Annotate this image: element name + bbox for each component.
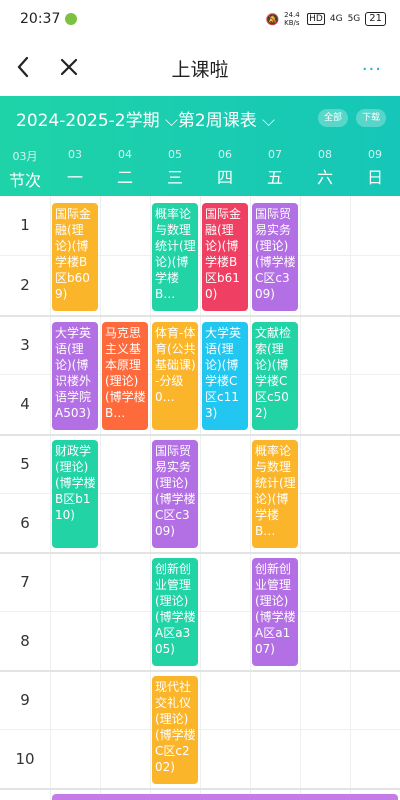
course-card[interactable]: 体育-体育(公共基础课)-分级0… [152,322,198,430]
course-card[interactable]: 国际金融(理论)(博学楼B区b609) [52,203,98,311]
course-card[interactable]: 创新创业管理(理论)(博学楼A区a107) [252,558,298,666]
day-header-row: 03月 节次 03 一 04 二 05 三 06 四 07 五 08 六 09 日 [0,148,400,192]
period-label: 9 [20,691,30,709]
course-card-partial[interactable] [52,794,398,800]
period-label: 7 [20,573,30,591]
day-col-label: 03月 节次 [8,150,41,190]
schedule-banner: 2024-2025-2学期 ⌵第2周课表 ⌵ 全部 下载 03月 节次 03 一 0… [0,96,400,196]
notification-app-icon [65,13,77,25]
period-label: 4 [20,395,30,413]
course-card[interactable]: 现代社交礼仪(理论)(博学楼C区c202) [152,676,198,784]
period-label: 2 [20,276,30,294]
more-menu-button[interactable]: ... [362,54,382,75]
course-card[interactable]: 国际贸易实务(理论)(博学楼C区c309) [252,203,298,311]
term-week-selector[interactable]: 2024-2025-2学期 ⌵第2周课表 ⌵ [16,106,275,131]
clock: 20:37 [20,11,61,27]
all-button[interactable]: 全部 [318,109,349,127]
status-bar: 20:37 🔕 24.4 KB/s HD 4G 5G 21 [0,0,400,40]
course-card[interactable]: 概率论与数理统计(理论)(博学楼B… [252,440,298,548]
course-card[interactable]: 财政学(理论)(博学楼B区b110) [52,440,98,548]
day-col-mon: 03 一 [66,148,83,187]
period-label: 3 [20,336,30,354]
timetable-grid[interactable]: 1 2 3 4 5 6 7 8 9 10 国际金融(理论)(博学楼B区b609)… [0,196,400,800]
course-card[interactable]: 文献检索(理论)(博学楼C区c502) [252,322,298,430]
period-label: 5 [20,455,30,473]
5g-signal-icon: 5G [347,14,361,24]
period-label: 8 [20,632,30,650]
hd-icon: HD [307,13,325,25]
page-title: 上课啦 [171,59,229,81]
day-col-fri: 07 五 [266,148,283,187]
download-button[interactable]: 下载 [356,109,387,127]
day-col-tue: 04 二 [116,148,133,187]
course-card[interactable]: 大学英语(理论)(博学楼C区c113) [202,322,248,430]
course-card[interactable]: 国际金融(理论)(博学楼B区b610) [202,203,248,311]
day-col-wed: 05 三 [166,148,183,187]
period-label: 6 [20,514,30,532]
system-indicators: 🔕 24.4 KB/s HD 4G 5G 21 [265,11,386,27]
day-col-thu: 06 四 [216,148,233,187]
period-label: 10 [15,750,35,768]
mute-icon: 🔕 [265,12,280,26]
day-col-sun: 09 日 [366,148,383,187]
app-header: 上课啦 ... [0,40,400,96]
course-card[interactable]: 国际贸易实务(理论)(博学楼C区c309) [152,440,198,548]
period-label: 1 [20,216,30,234]
battery-icon: 21 [365,12,386,26]
day-col-sat: 08 六 [316,148,333,187]
course-card[interactable]: 创新创业管理(理论)(博学楼A区a305) [152,558,198,666]
course-card[interactable]: 大学英语(理论)(博识楼外语学院A503) [52,322,98,430]
course-card[interactable]: 概率论与数理统计(理论)(博学楼B… [152,203,198,311]
course-card[interactable]: 马克思主义基本原理(理论)(博学楼B… [102,322,148,430]
4g-signal-icon: 4G [329,14,343,24]
net-speed: 24.4 KB/s [284,11,300,27]
